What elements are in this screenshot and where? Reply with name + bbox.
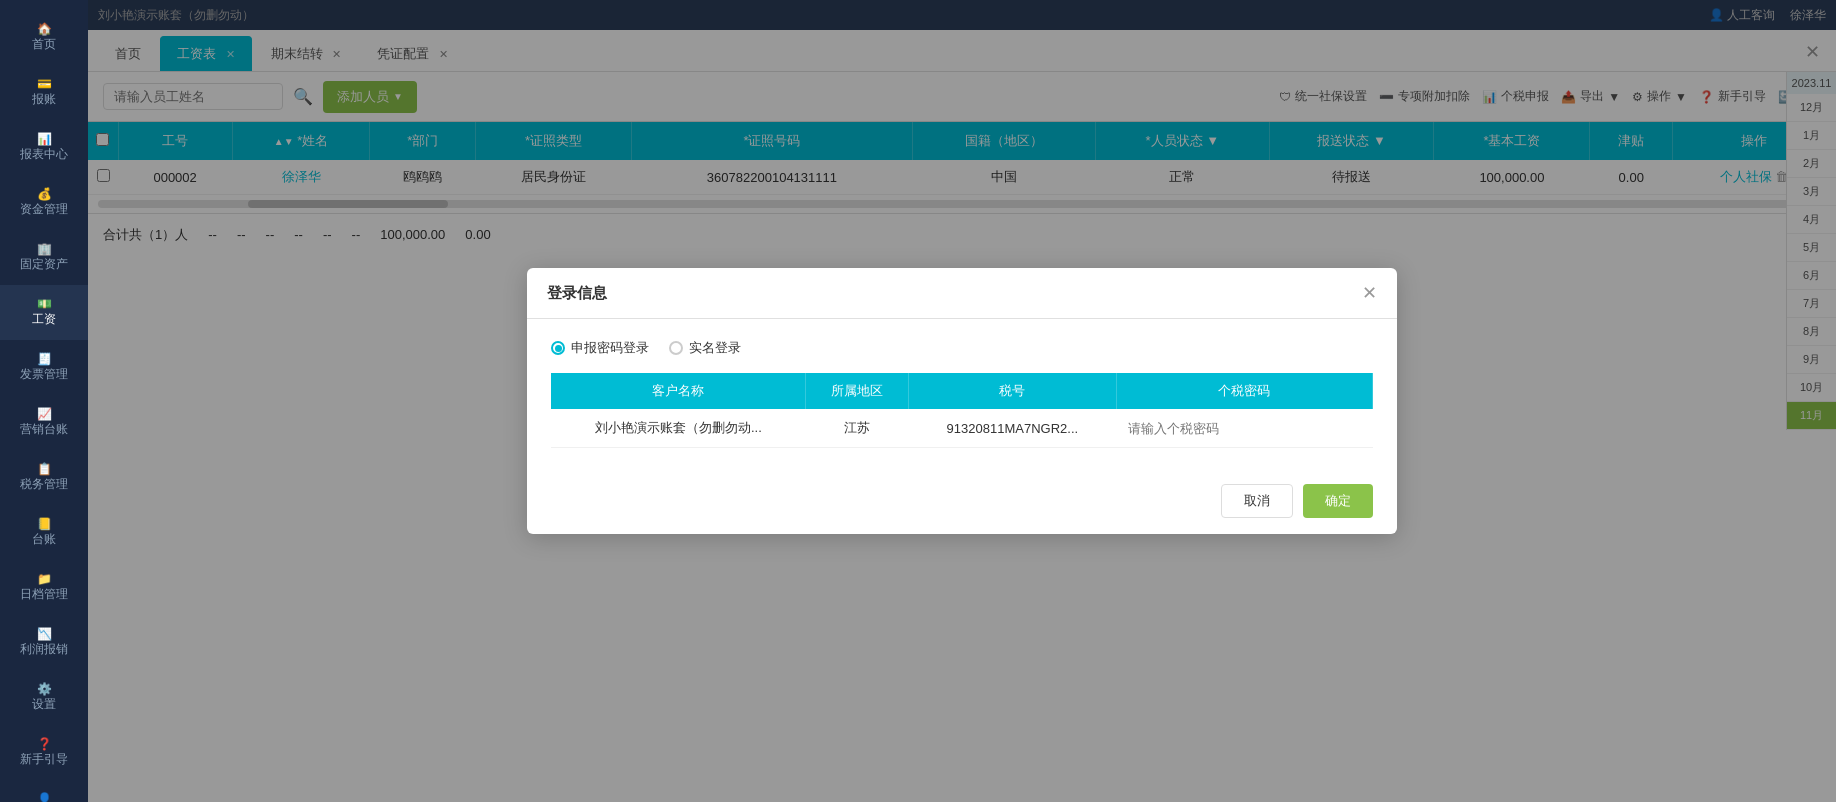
- guide-icon: ❓: [0, 737, 88, 751]
- login-dialog: 登录信息 ✕ 申报密码登录 实名登录 客户名称: [527, 268, 1397, 534]
- login-type-radio-group: 申报密码登录 实名登录: [551, 339, 1373, 357]
- dialog-password-input-cell[interactable]: [1116, 409, 1372, 448]
- member-icon: 👤: [0, 792, 88, 802]
- expense-icon: 💳: [0, 77, 88, 91]
- dialog-footer: 取消 确定: [527, 468, 1397, 534]
- cancel-button[interactable]: 取消: [1221, 484, 1293, 518]
- radio-password-login[interactable]: 申报密码登录: [551, 339, 649, 357]
- marketing-icon: 📈: [0, 407, 88, 421]
- modal-overlay: 登录信息 ✕ 申报密码登录 实名登录 客户名称: [88, 0, 1836, 802]
- salary-icon: 💵: [0, 297, 88, 311]
- sidebar-item-marketing[interactable]: 📈 营销台账: [0, 395, 88, 450]
- confirm-button[interactable]: 确定: [1303, 484, 1373, 518]
- home-icon: 🏠: [0, 22, 88, 36]
- login-info-table: 客户名称 所属地区 税号 个税密码 刘小艳演示账套（勿删勿动... 江苏 913…: [551, 373, 1373, 448]
- sidebar-item-invoice[interactable]: 🧾 发票管理: [0, 340, 88, 395]
- dialog-col-password: 个税密码: [1116, 373, 1372, 409]
- profit-icon: 📉: [0, 627, 88, 641]
- invoice-icon: 🧾: [0, 352, 88, 366]
- dialog-header: 登录信息 ✕: [527, 268, 1397, 319]
- assets-icon: 🏢: [0, 242, 88, 256]
- ledger-icon: 📒: [0, 517, 88, 531]
- sidebar-item-home[interactable]: 🏠 首页: [0, 10, 88, 65]
- reports-icon: 📊: [0, 132, 88, 146]
- radio-unchecked-icon: [669, 341, 683, 355]
- dialog-tax-no: 91320811MA7NGR2...: [909, 409, 1117, 448]
- dialog-close-button[interactable]: ✕: [1362, 282, 1377, 304]
- dialog-col-taxno: 税号: [909, 373, 1117, 409]
- gear-icon: ⚙️: [0, 682, 88, 696]
- funds-icon: 💰: [0, 187, 88, 201]
- sidebar-item-assets[interactable]: 🏢 固定资产: [0, 230, 88, 285]
- dialog-title: 登录信息: [547, 284, 607, 303]
- tax-password-input[interactable]: [1128, 421, 1360, 436]
- dialog-body: 申报密码登录 实名登录 客户名称 所属地区 税号 个税密码: [527, 319, 1397, 468]
- sidebar-item-ledger[interactable]: 📒 台账: [0, 505, 88, 560]
- sidebar-item-settings[interactable]: ⚙️ 设置: [0, 670, 88, 725]
- sidebar-item-profit[interactable]: 📉 利润报销: [0, 615, 88, 670]
- sidebar-item-guide[interactable]: ❓ 新手引导: [0, 725, 88, 780]
- sidebar: 🏠 首页 💳 报账 📊 报表中心 💰 资金管理 🏢 固定资产 💵 工资 🧾 发票…: [0, 0, 88, 802]
- sidebar-item-tax[interactable]: 📋 税务管理: [0, 450, 88, 505]
- sidebar-item-reports[interactable]: 📊 报表中心: [0, 120, 88, 175]
- sidebar-item-funds[interactable]: 💰 资金管理: [0, 175, 88, 230]
- tax-icon: 📋: [0, 462, 88, 476]
- dialog-col-region: 所属地区: [806, 373, 909, 409]
- sidebar-item-expense[interactable]: 💳 报账: [0, 65, 88, 120]
- sidebar-item-member[interactable]: 👤 会员: [0, 780, 88, 802]
- radio-realname-login[interactable]: 实名登录: [669, 339, 741, 357]
- files-icon: 📁: [0, 572, 88, 586]
- radio-checked-icon: [551, 341, 565, 355]
- dialog-client-name: 刘小艳演示账套（勿删勿动...: [551, 409, 806, 448]
- dialog-table-row: 刘小艳演示账套（勿删勿动... 江苏 91320811MA7NGR2...: [551, 409, 1373, 448]
- dialog-region: 江苏: [806, 409, 909, 448]
- sidebar-item-salary[interactable]: 💵 工资: [0, 285, 88, 340]
- sidebar-item-files[interactable]: 📁 日档管理: [0, 560, 88, 615]
- dialog-col-name: 客户名称: [551, 373, 806, 409]
